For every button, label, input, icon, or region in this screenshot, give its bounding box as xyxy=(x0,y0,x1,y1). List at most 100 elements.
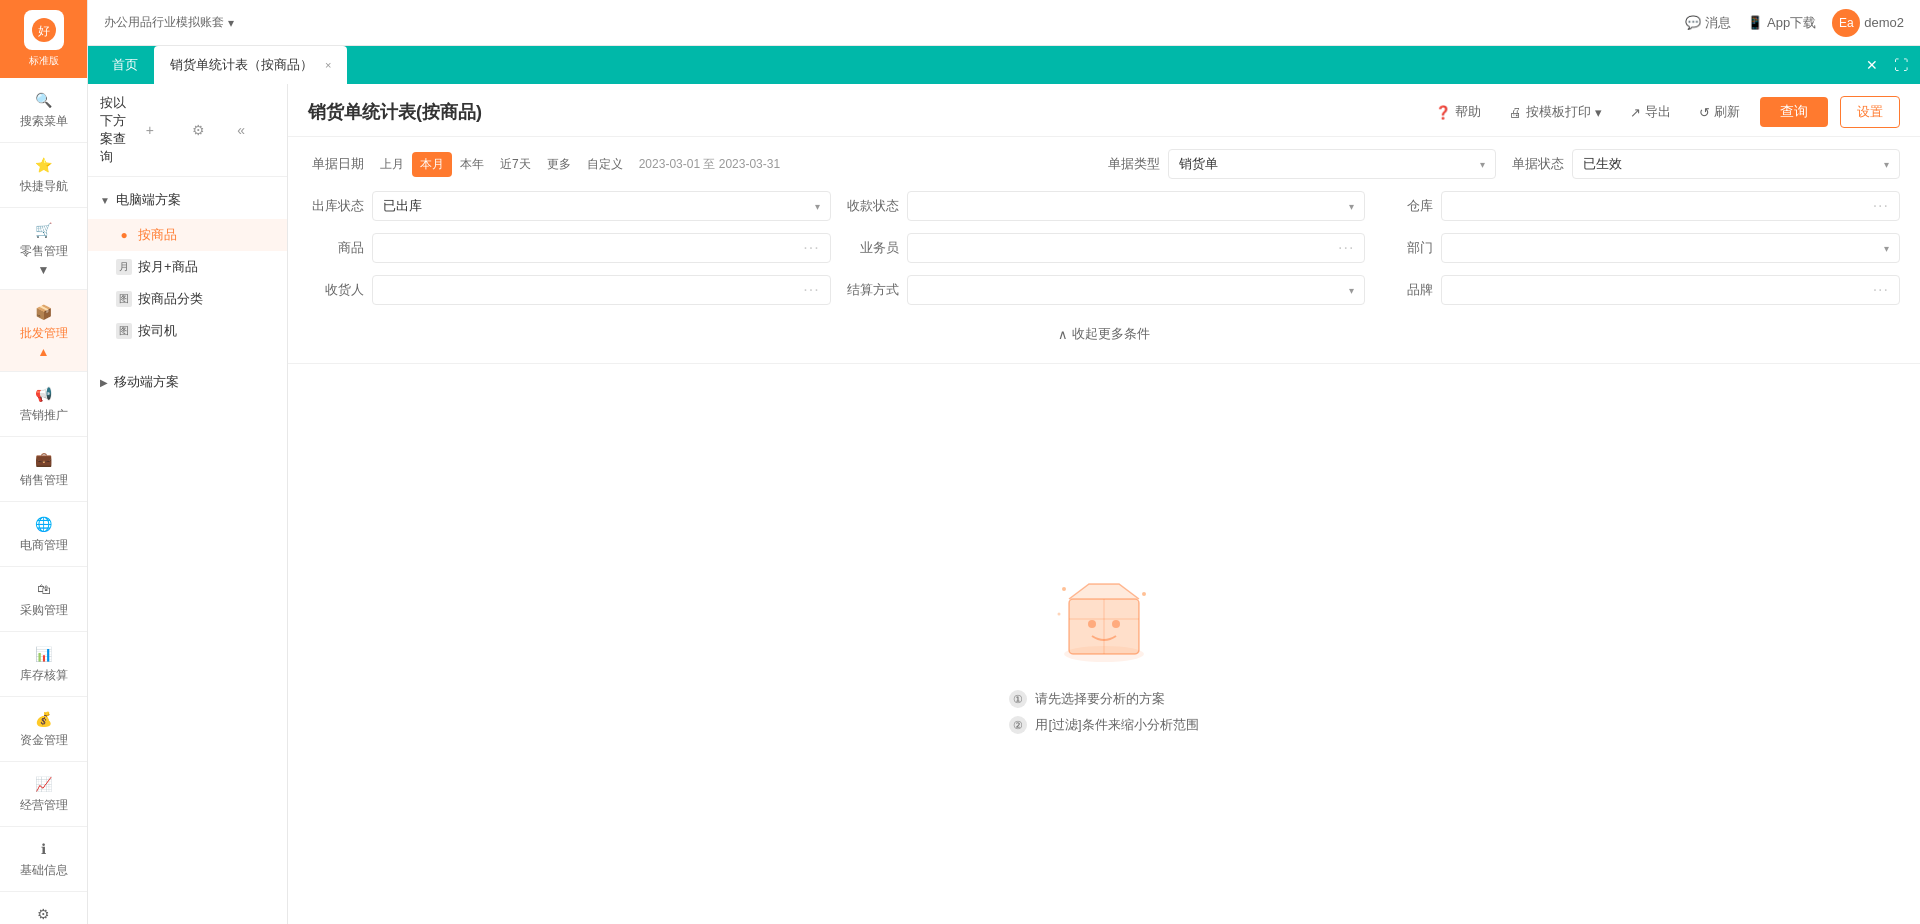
tab-close-window-btn[interactable]: ✕ xyxy=(1862,53,1882,77)
add-scheme-btn[interactable]: + xyxy=(146,122,184,138)
outstatus-input[interactable]: 已出库 ▾ xyxy=(372,191,831,221)
export-btn[interactable]: ↗ 导出 xyxy=(1622,99,1679,125)
tab-close-btn[interactable]: × xyxy=(325,59,331,71)
filter-settlement-field: 结算方式 ▾ xyxy=(843,275,1366,305)
settings-btn[interactable]: 设置 xyxy=(1840,96,1900,128)
company-dropdown-arrow: ▾ xyxy=(228,16,234,30)
sidebar-wholesale-label: 批发管理 xyxy=(20,325,68,342)
warehouse-label: 仓库 xyxy=(1377,197,1433,215)
refresh-btn[interactable]: ↺ 刷新 xyxy=(1691,99,1748,125)
sidebar-item-ecommerce[interactable]: 🌐 电商管理 xyxy=(0,502,87,567)
collapse-up-icon: ∧ xyxy=(1058,327,1068,342)
empty-tips: ① 请先选择要分析的方案 ② 用[过滤]条件来缩小分析范围 xyxy=(1009,690,1198,734)
scheme-by-product[interactable]: ● 按商品 xyxy=(88,219,287,251)
logo-area: 好 标准版 xyxy=(0,0,87,78)
tab-active[interactable]: 销货单统计表（按商品） × xyxy=(154,46,347,84)
tip-1-text: 请先选择要分析的方案 xyxy=(1035,690,1165,708)
message-btn[interactable]: 💬 消息 xyxy=(1685,14,1731,32)
docstatus-input[interactable]: 已生效 ▾ xyxy=(1572,149,1900,179)
sidebar-item-sales[interactable]: 💼 销售管理 xyxy=(0,437,87,502)
tab-bar-actions: ✕ ⛶ xyxy=(1862,53,1912,77)
tab-bar: 首页 销货单统计表（按商品） × ✕ ⛶ xyxy=(88,46,1920,84)
app-download-btn[interactable]: 📱 App下载 xyxy=(1747,14,1816,32)
top-bar-left: 办公用品行业模拟账套 ▾ xyxy=(104,14,234,31)
collectstatus-input[interactable]: ▾ xyxy=(907,191,1366,221)
collapse-panel-btn[interactable]: « xyxy=(237,122,275,138)
pc-group-label: 电脑端方案 xyxy=(116,191,181,209)
main-area: 办公用品行业模拟账套 ▾ 💬 消息 📱 App下载 Ea demo2 首页 xyxy=(88,0,1920,924)
settings-scheme-btn[interactable]: ⚙ xyxy=(192,122,230,138)
filter-collectstatus-field: 收款状态 ▾ xyxy=(843,191,1366,221)
warehouse-input[interactable]: ··· xyxy=(1441,191,1900,221)
pc-scheme-group-header[interactable]: ▼ 电脑端方案 xyxy=(88,185,287,215)
date-range-text: 2023-03-01 至 2023-03-31 xyxy=(639,156,780,173)
tab-active-label: 销货单统计表（按商品） xyxy=(170,56,313,74)
sidebar-item-system[interactable]: ⚙ 系统管理 xyxy=(0,892,87,924)
dept-arrow: ▾ xyxy=(1884,243,1889,254)
top-bar: 办公用品行业模拟账套 ▾ 💬 消息 📱 App下载 Ea demo2 xyxy=(88,0,1920,46)
scheme-by-cashier[interactable]: 图 按司机 xyxy=(88,315,287,347)
dept-input[interactable]: ▾ xyxy=(1441,233,1900,263)
sidebar-purchase-label: 采购管理 xyxy=(20,602,68,619)
mobile-group-arrow: ▶ xyxy=(100,377,108,388)
date-this-year-btn[interactable]: 本年 xyxy=(452,152,492,177)
ecommerce-icon: 🌐 xyxy=(34,514,54,534)
query-btn[interactable]: 查询 xyxy=(1760,97,1828,127)
date-custom-btn[interactable]: 自定义 xyxy=(579,152,631,177)
mobile-scheme-group-header[interactable]: ▶ 移动端方案 xyxy=(88,367,287,397)
user-area[interactable]: Ea demo2 xyxy=(1832,9,1904,37)
brand-label: 品牌 xyxy=(1377,281,1433,299)
sidebar-item-operations[interactable]: 📈 经营管理 xyxy=(0,762,87,827)
sidebar-item-wholesale[interactable]: 📦 批发管理 ▲ xyxy=(0,290,87,372)
avatar: Ea xyxy=(1832,9,1860,37)
sidebar-inventory-label: 库存核算 xyxy=(20,667,68,684)
message-icon: 💬 xyxy=(1685,15,1701,30)
sidebar-item-search[interactable]: 🔍 搜索菜单 xyxy=(0,78,87,143)
date-last7-btn[interactable]: 近7天 xyxy=(492,152,539,177)
sidebar-item-inventory[interactable]: 📊 库存核算 xyxy=(0,632,87,697)
sidebar: 好 标准版 🔍 搜索菜单 ⭐ 快捷导航 🛒 零售管理 ▼ 📦 批发管理 ▲ 📢 … xyxy=(0,0,88,924)
receiver-input[interactable]: ··· xyxy=(372,275,831,305)
help-btn[interactable]: ❓ 帮助 xyxy=(1427,99,1489,125)
inventory-icon: 📊 xyxy=(34,644,54,664)
print-icon: 🖨 xyxy=(1509,105,1522,120)
product-input[interactable]: ··· xyxy=(372,233,831,263)
sidebar-item-marketing[interactable]: 📢 营销推广 xyxy=(0,372,87,437)
salesman-input[interactable]: ··· xyxy=(907,233,1366,263)
collapse-label: 收起更多条件 xyxy=(1072,325,1150,343)
sidebar-item-basic[interactable]: ℹ 基础信息 xyxy=(0,827,87,892)
scheme-by-category[interactable]: 图 按商品分类 xyxy=(88,283,287,315)
print-btn[interactable]: 🖨 按模板打印 ▾ xyxy=(1501,99,1610,125)
scheme-cashier-label: 按司机 xyxy=(138,322,177,340)
date-more-btn[interactable]: 更多 xyxy=(539,152,579,177)
settlement-input[interactable]: ▾ xyxy=(907,275,1366,305)
sidebar-item-purchase[interactable]: 🛍 采购管理 xyxy=(0,567,87,632)
content-area: 按以下方案查询 + ⚙ « ▼ 电脑端方案 ● 按商品 月 按月+商 xyxy=(88,84,1920,924)
sidebar-item-quick-nav[interactable]: ⭐ 快捷导航 xyxy=(0,143,87,208)
sidebar-item-retail[interactable]: 🛒 零售管理 ▼ xyxy=(0,208,87,290)
brand-input[interactable]: ··· xyxy=(1441,275,1900,305)
docstatus-value: 已生效 xyxy=(1583,155,1622,173)
sidebar-basic-label: 基础信息 xyxy=(20,862,68,879)
settlement-arrow: ▾ xyxy=(1349,285,1354,296)
filter-receiver-field: 收货人 ··· xyxy=(308,275,831,305)
empty-tip-2: ② 用[过滤]条件来缩小分析范围 xyxy=(1009,716,1198,734)
scheme-by-month-product[interactable]: 月 按月+商品 xyxy=(88,251,287,283)
sidebar-search-label: 搜索菜单 xyxy=(20,113,68,130)
tab-maximize-btn[interactable]: ⛶ xyxy=(1890,53,1912,77)
company-selector[interactable]: 办公用品行业模拟账套 ▾ xyxy=(104,14,234,31)
doctype-input[interactable]: 销货单 ▾ xyxy=(1168,149,1496,179)
collapse-more-btn[interactable]: ∧ 收起更多条件 xyxy=(308,317,1900,351)
filter-product-field: 商品 ··· xyxy=(308,233,831,263)
warehouse-dots: ··· xyxy=(1873,197,1889,215)
message-label: 消息 xyxy=(1705,14,1731,32)
filter-row-3: 商品 ··· 业务员 ··· 部门 xyxy=(308,233,1900,263)
sidebar-operations-label: 经营管理 xyxy=(20,797,68,814)
print-arrow: ▾ xyxy=(1595,105,1602,120)
date-last-month-btn[interactable]: 上月 xyxy=(372,152,412,177)
sidebar-item-finance[interactable]: 💰 资金管理 xyxy=(0,697,87,762)
tab-home[interactable]: 首页 xyxy=(96,46,154,84)
date-label: 单据日期 xyxy=(308,155,364,173)
date-this-month-btn[interactable]: 本月 xyxy=(412,152,452,177)
brand-dots: ··· xyxy=(1873,281,1889,299)
